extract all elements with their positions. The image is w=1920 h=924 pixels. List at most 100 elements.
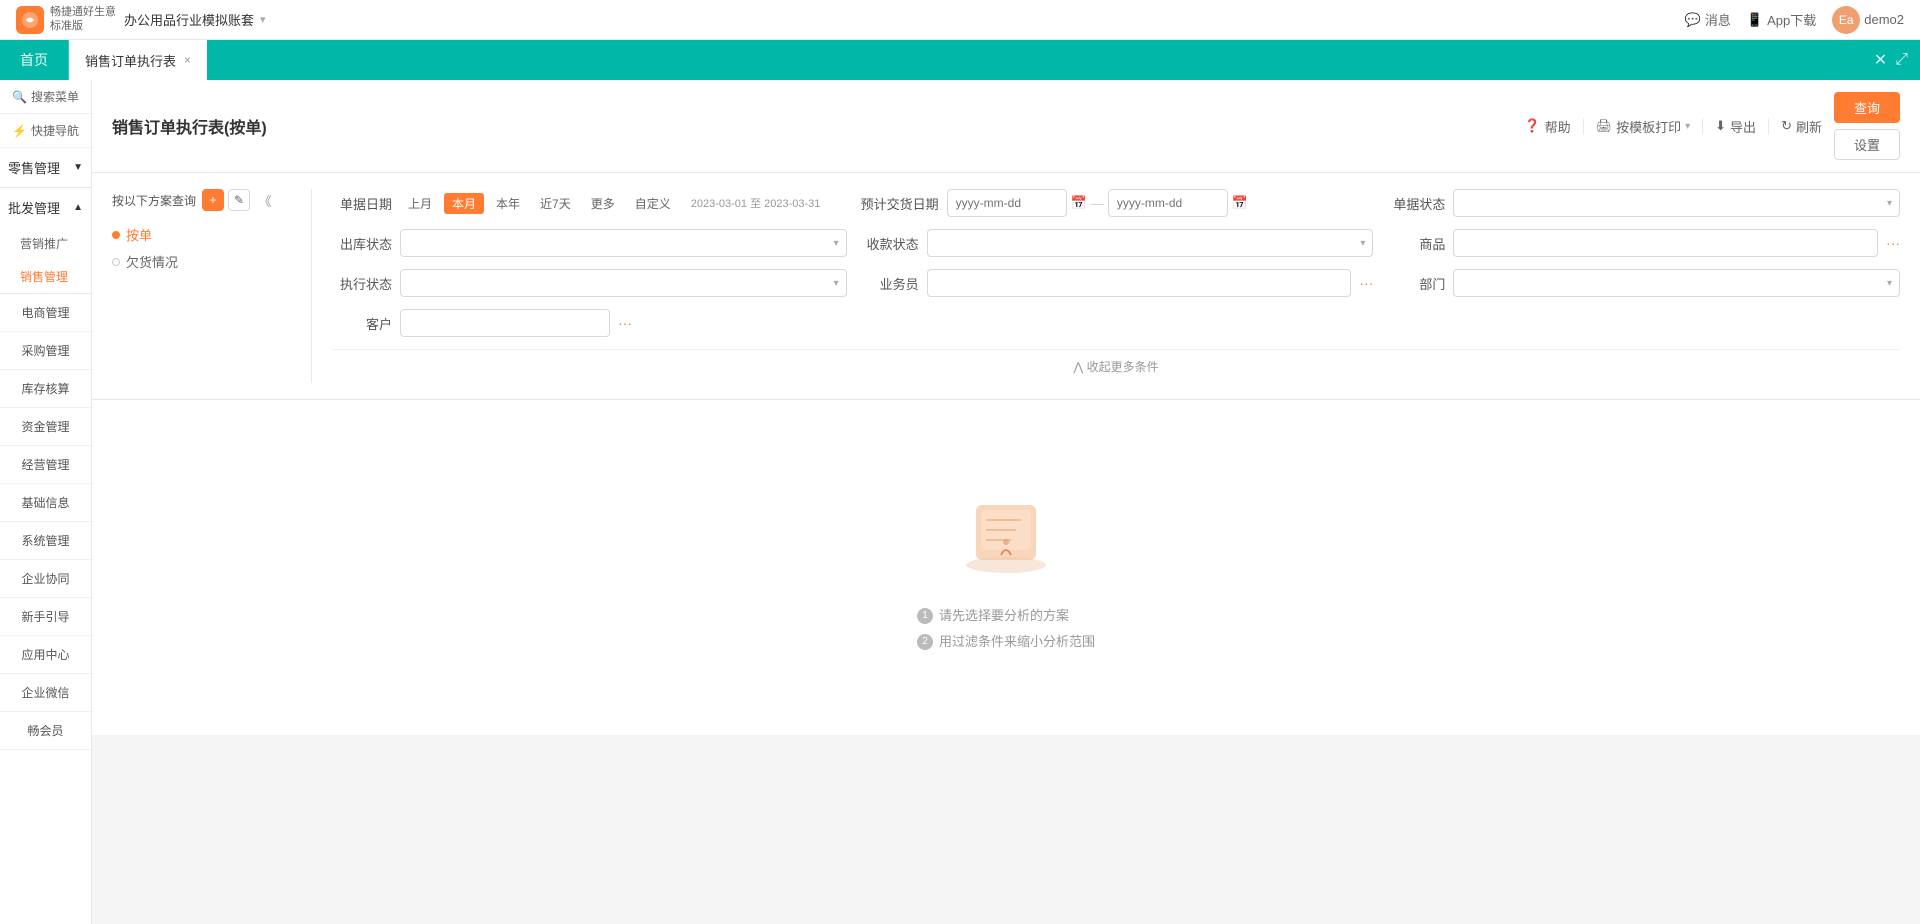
page-title: 销售订单执行表(按单) <box>112 114 267 138</box>
customer-label: 客户 <box>332 314 392 333</box>
sidebar-item-enterprise[interactable]: 企业协同 <box>0 560 91 598</box>
top-bar-right: 💬 消息 📱 App下载 Ea demo2 <box>1685 6 1904 34</box>
print-chevron-icon: ▾ <box>1685 121 1690 132</box>
print-icon: 🖨 <box>1596 118 1613 134</box>
step-num-1: 1 <box>917 608 933 624</box>
app-download-button[interactable]: 📱 App下载 <box>1747 10 1816 29</box>
sidebar-item-sales[interactable]: 销售管理 <box>0 260 91 293</box>
customer-more-icon[interactable]: ··· <box>618 315 632 331</box>
tab-home[interactable]: 首页 <box>0 40 69 80</box>
scheme-item-debt[interactable]: 欠货情况 <box>112 248 295 275</box>
execution-label: 执行状态 <box>332 274 392 293</box>
divider3 <box>1768 118 1769 134</box>
filter-field-outbound: 出库状态 ▾ <box>332 229 847 257</box>
filter-panel: 按以下方案查询 + ✎ 《 <box>92 173 1920 400</box>
sidebar-item-apps[interactable]: 应用中心 <box>0 636 91 674</box>
collapse-button[interactable]: ⋀ 收起更多条件 <box>1073 360 1158 374</box>
sidebar-item-wechat[interactable]: 企业微信 <box>0 674 91 712</box>
sidebar-item-purchase[interactable]: 采购管理 <box>0 332 91 370</box>
help-button[interactable]: ❓ 帮助 <box>1524 117 1570 136</box>
sidebar-item-inventory[interactable]: 库存核算 <box>0 370 91 408</box>
top-bar-left: 畅捷通好生意 标准版 办公用品行业模拟账套 ▾ <box>16 6 266 34</box>
status-select[interactable] <box>1453 189 1900 217</box>
breadcrumb-area[interactable]: 办公用品行业模拟账套 ▾ <box>124 10 266 29</box>
collapse-scheme-button[interactable]: 《 <box>254 189 276 211</box>
query-btn-group: 查询 设置 <box>1834 92 1900 160</box>
customer-input[interactable] <box>400 309 610 337</box>
add-scheme-button[interactable]: + <box>202 189 224 211</box>
sidebar-item-system[interactable]: 系统管理 <box>0 522 91 560</box>
dept-select[interactable] <box>1453 269 1900 297</box>
msg-button[interactable]: 💬 消息 <box>1685 10 1731 29</box>
main-layout: 🔍 搜索菜单 ⚡ 快捷导航 零售管理 ▼ 批发管理 ▲ 营销推广 销售管理 电商… <box>0 80 1920 924</box>
window-max-icon[interactable]: ⤢ <box>1895 51 1908 69</box>
delivery-to-input[interactable] <box>1108 189 1228 217</box>
date-tab-thismonth[interactable]: 本月 <box>444 193 484 214</box>
delivery-from-input[interactable] <box>947 189 1067 217</box>
receipt-label: 收款状态 <box>859 234 919 253</box>
app-icon: 📱 <box>1747 12 1763 28</box>
search-icon: 🔍 <box>12 90 27 104</box>
tab-bar-actions: ✕ ⤢ <box>1874 50 1920 70</box>
sidebar-group-retail: 零售管理 ▼ <box>0 148 91 188</box>
content-area: 销售订单执行表(按单) ❓ 帮助 🖨 按模板打印 ▾ ⬇ 导出 <box>92 80 1920 924</box>
sidebar-item-retail[interactable]: 零售管理 ▼ <box>0 148 91 187</box>
sidebar-item-ecommerce[interactable]: 电商管理 <box>0 294 91 332</box>
status-select-wrapper: ▾ <box>1453 189 1900 217</box>
page-actions: ❓ 帮助 🖨 按模板打印 ▾ ⬇ 导出 ↻ 刷新 <box>1524 92 1900 160</box>
sidebar-item-marketing[interactable]: 营销推广 <box>0 227 91 260</box>
sidebar-item-finance[interactable]: 资金管理 <box>0 408 91 446</box>
sidebar-group-wholesale: 批发管理 ▲ 营销推广 销售管理 <box>0 188 91 294</box>
settings-button[interactable]: 设置 <box>1834 129 1900 160</box>
filter-panel-inner: 按以下方案查询 + ✎ 《 <box>112 189 1900 383</box>
refresh-button[interactable]: ↻ 刷新 <box>1781 117 1822 136</box>
user-menu[interactable]: Ea demo2 <box>1832 6 1904 34</box>
tab-close-icon[interactable]: × <box>184 53 191 67</box>
filter-field-goods: 商品 ··· <box>1385 229 1900 257</box>
salesman-input[interactable] <box>927 269 1352 297</box>
date-separator: — <box>1091 196 1104 211</box>
tab-active[interactable]: 销售订单执行表 × <box>69 40 207 80</box>
filter-field-date: 单据日期 上月 本月 本年 近7天 更多 自定义 2023-03-01 至 20… <box>332 193 847 214</box>
sidebar-search[interactable]: 🔍 搜索菜单 <box>0 80 91 114</box>
goods-label: 商品 <box>1385 234 1445 253</box>
empty-state: 1 请先选择要分析的方案 2 用过滤条件来缩小分析范围 <box>92 400 1920 735</box>
date-tab-7days[interactable]: 近7天 <box>532 193 579 214</box>
filter-right-section: 单据日期 上月 本月 本年 近7天 更多 自定义 2023-03-01 至 20… <box>312 189 1900 383</box>
dept-select-wrapper: ▾ <box>1453 269 1900 297</box>
date-tab-lastmonth[interactable]: 上月 <box>400 193 440 214</box>
goods-more-icon[interactable]: ··· <box>1886 235 1900 251</box>
sidebar-item-operations[interactable]: 经营管理 <box>0 446 91 484</box>
filter-row-3: 执行状态 ▾ 业务员 ··· <box>332 269 1900 297</box>
divider1 <box>1583 118 1584 134</box>
tab-bar: 首页 销售订单执行表 × ✕ ⤢ <box>0 40 1920 80</box>
cal-to-icon: 📅 <box>1232 195 1248 211</box>
outbound-select[interactable] <box>400 229 847 257</box>
export-button[interactable]: ⬇ 导出 <box>1715 117 1756 136</box>
filter-row-2: 出库状态 ▾ 收款状态 <box>332 229 1900 257</box>
page-title-bar: 销售订单执行表(按单) ❓ 帮助 🖨 按模板打印 ▾ ⬇ 导出 <box>92 80 1920 173</box>
sidebar-item-newbie[interactable]: 新手引导 <box>0 598 91 636</box>
salesman-more-icon[interactable]: ··· <box>1359 275 1373 291</box>
sidebar-item-wholesale[interactable]: 批发管理 ▲ <box>0 188 91 227</box>
print-button[interactable]: 🖨 按模板打印 ▾ <box>1596 117 1691 136</box>
filter-field-execution: 执行状态 ▾ <box>332 269 847 297</box>
edit-scheme-button[interactable]: ✎ <box>228 189 250 211</box>
date-tab-more[interactable]: 更多 <box>583 193 623 214</box>
sidebar-quicknav[interactable]: ⚡ 快捷导航 <box>0 114 91 148</box>
date-range-text: 2023-03-01 至 2023-03-31 <box>691 195 821 211</box>
sidebar-item-basic[interactable]: 基础信息 <box>0 484 91 522</box>
execution-select-wrapper: ▾ <box>400 269 847 297</box>
scheme-item-active[interactable]: 按单 <box>112 221 295 248</box>
query-button[interactable]: 查询 <box>1834 92 1900 123</box>
filter-field-delivery: 预计交货日期 📅 — 📅 <box>859 189 1374 217</box>
date-tab-thisyear[interactable]: 本年 <box>488 193 528 214</box>
goods-input[interactable] <box>1453 229 1878 257</box>
date-tab-custom[interactable]: 自定义 <box>627 193 679 214</box>
filter-row-4: 客户 ··· <box>332 309 1900 337</box>
window-close-icon[interactable]: ✕ <box>1874 50 1887 70</box>
sidebar-item-member[interactable]: 畅会员 <box>0 712 91 750</box>
receipt-select[interactable] <box>927 229 1374 257</box>
execution-select[interactable] <box>400 269 847 297</box>
outbound-label: 出库状态 <box>332 234 392 253</box>
